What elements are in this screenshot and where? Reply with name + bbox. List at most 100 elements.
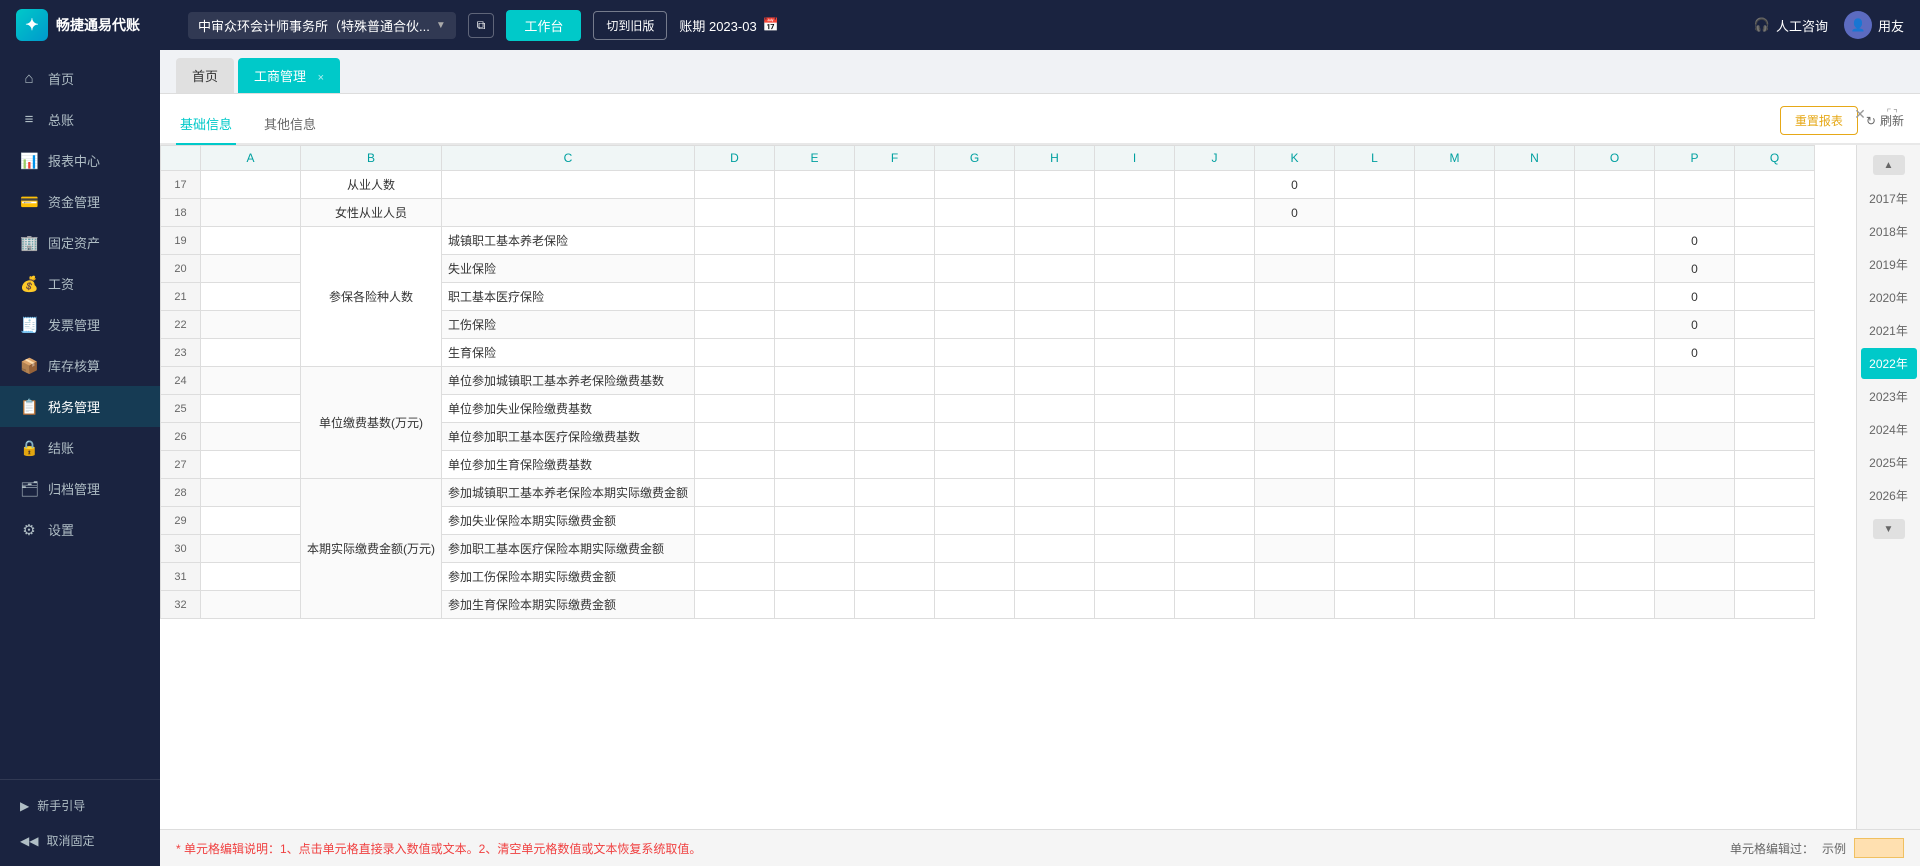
cell-m-19[interactable] (1415, 227, 1495, 255)
cell-k-22[interactable] (1255, 311, 1335, 339)
cell-e-28[interactable] (775, 479, 855, 507)
cell-e-30[interactable] (775, 535, 855, 563)
cell-k-17[interactable]: 0 (1255, 171, 1335, 199)
year-item-2022[interactable]: 2022年 (1861, 348, 1917, 379)
year-item-2023[interactable]: 2023年 (1861, 381, 1917, 412)
year-item-2026[interactable]: 2026年 (1861, 480, 1917, 511)
cell-k-21[interactable] (1255, 283, 1335, 311)
cell-q-20[interactable] (1735, 255, 1815, 283)
cell-i-28[interactable] (1095, 479, 1175, 507)
cell-p-22[interactable]: 0 (1655, 311, 1735, 339)
cell-l-19[interactable] (1335, 227, 1415, 255)
cell-h-21[interactable] (1015, 283, 1095, 311)
cell-c-20[interactable]: 失业保险 (442, 255, 695, 283)
cell-n-25[interactable] (1495, 395, 1575, 423)
cell-j-23[interactable] (1175, 339, 1255, 367)
cell-q-23[interactable] (1735, 339, 1815, 367)
cell-e-20[interactable] (775, 255, 855, 283)
cell-n-31[interactable] (1495, 563, 1575, 591)
cell-i-30[interactable] (1095, 535, 1175, 563)
cell-q-21[interactable] (1735, 283, 1815, 311)
cell-m-24[interactable] (1415, 367, 1495, 395)
cell-m-21[interactable] (1415, 283, 1495, 311)
cell-m-30[interactable] (1415, 535, 1495, 563)
cell-m-20[interactable] (1415, 255, 1495, 283)
cell-k-31[interactable] (1255, 563, 1335, 591)
cell-g-29[interactable] (935, 507, 1015, 535)
cell-o-27[interactable] (1575, 451, 1655, 479)
cell-j-21[interactable] (1175, 283, 1255, 311)
sidebar-item-finance[interactable]: 💳 资金管理 (0, 181, 160, 222)
cell-p-25[interactable] (1655, 395, 1735, 423)
cell-g-25[interactable] (935, 395, 1015, 423)
year-down-button[interactable]: ▼ (1873, 519, 1905, 539)
col-header-a[interactable]: A (201, 146, 301, 171)
cell-o-31[interactable] (1575, 563, 1655, 591)
cell-n-32[interactable] (1495, 591, 1575, 619)
cell-l-17[interactable] (1335, 171, 1415, 199)
cell-i-27[interactable] (1095, 451, 1175, 479)
cell-j-31[interactable] (1175, 563, 1255, 591)
tab-business[interactable]: 工商管理 × (238, 58, 340, 93)
cell-e-29[interactable] (775, 507, 855, 535)
cell-f-17[interactable] (855, 171, 935, 199)
cell-h-30[interactable] (1015, 535, 1095, 563)
cell-h-32[interactable] (1015, 591, 1095, 619)
cell-h-27[interactable] (1015, 451, 1095, 479)
cell-p-30[interactable] (1655, 535, 1735, 563)
cell-i-21[interactable] (1095, 283, 1175, 311)
spreadsheet-main[interactable]: A B C D E F G H I J K L (160, 145, 1856, 829)
cell-f-30[interactable] (855, 535, 935, 563)
cell-f-28[interactable] (855, 479, 935, 507)
sidebar-new-user-guide[interactable]: ▶ 新手引导 (0, 788, 160, 823)
col-header-g[interactable]: G (935, 146, 1015, 171)
cell-p-24[interactable] (1655, 367, 1735, 395)
cell-b-24[interactable]: 单位缴费基数(万元) (301, 367, 442, 479)
cell-d-17[interactable] (695, 171, 775, 199)
cell-d-32[interactable] (695, 591, 775, 619)
cell-a-25[interactable] (201, 395, 301, 423)
col-header-o[interactable]: O (1575, 146, 1655, 171)
cell-q-25[interactable] (1735, 395, 1815, 423)
cell-h-20[interactable] (1015, 255, 1095, 283)
cell-a-32[interactable] (201, 591, 301, 619)
cell-g-28[interactable] (935, 479, 1015, 507)
cell-p-23[interactable]: 0 (1655, 339, 1735, 367)
col-header-l[interactable]: L (1335, 146, 1415, 171)
cell-l-26[interactable] (1335, 423, 1415, 451)
cell-m-23[interactable] (1415, 339, 1495, 367)
cell-e-26[interactable] (775, 423, 855, 451)
cell-a-31[interactable] (201, 563, 301, 591)
cell-k-25[interactable] (1255, 395, 1335, 423)
cell-o-22[interactable] (1575, 311, 1655, 339)
switch-version-button[interactable]: 切到旧版 (593, 11, 667, 40)
col-header-m[interactable]: M (1415, 146, 1495, 171)
cell-h-31[interactable] (1015, 563, 1095, 591)
cell-g-18[interactable] (935, 199, 1015, 227)
cell-n-19[interactable] (1495, 227, 1575, 255)
cell-e-24[interactable] (775, 367, 855, 395)
cell-f-32[interactable] (855, 591, 935, 619)
cell-g-19[interactable] (935, 227, 1015, 255)
cell-f-25[interactable] (855, 395, 935, 423)
cell-l-18[interactable] (1335, 199, 1415, 227)
copy-icon-btn[interactable]: ⧉ (468, 13, 495, 38)
cell-e-22[interactable] (775, 311, 855, 339)
year-item-2018[interactable]: 2018年 (1861, 216, 1917, 247)
cell-o-25[interactable] (1575, 395, 1655, 423)
cell-a-27[interactable] (201, 451, 301, 479)
cell-d-21[interactable] (695, 283, 775, 311)
cell-g-27[interactable] (935, 451, 1015, 479)
sidebar-item-archive[interactable]: 🗂 归档管理 (0, 468, 160, 509)
sidebar-item-inventory[interactable]: 📦 库存核算 (0, 345, 160, 386)
year-up-button[interactable]: ▲ (1873, 155, 1905, 175)
tab-close-icon[interactable]: × (318, 72, 324, 84)
cell-f-21[interactable] (855, 283, 935, 311)
cell-a-28[interactable] (201, 479, 301, 507)
cell-i-18[interactable] (1095, 199, 1175, 227)
cell-n-23[interactable] (1495, 339, 1575, 367)
cell-g-31[interactable] (935, 563, 1015, 591)
cell-a-23[interactable] (201, 339, 301, 367)
cell-p-20[interactable]: 0 (1655, 255, 1735, 283)
cell-i-31[interactable] (1095, 563, 1175, 591)
